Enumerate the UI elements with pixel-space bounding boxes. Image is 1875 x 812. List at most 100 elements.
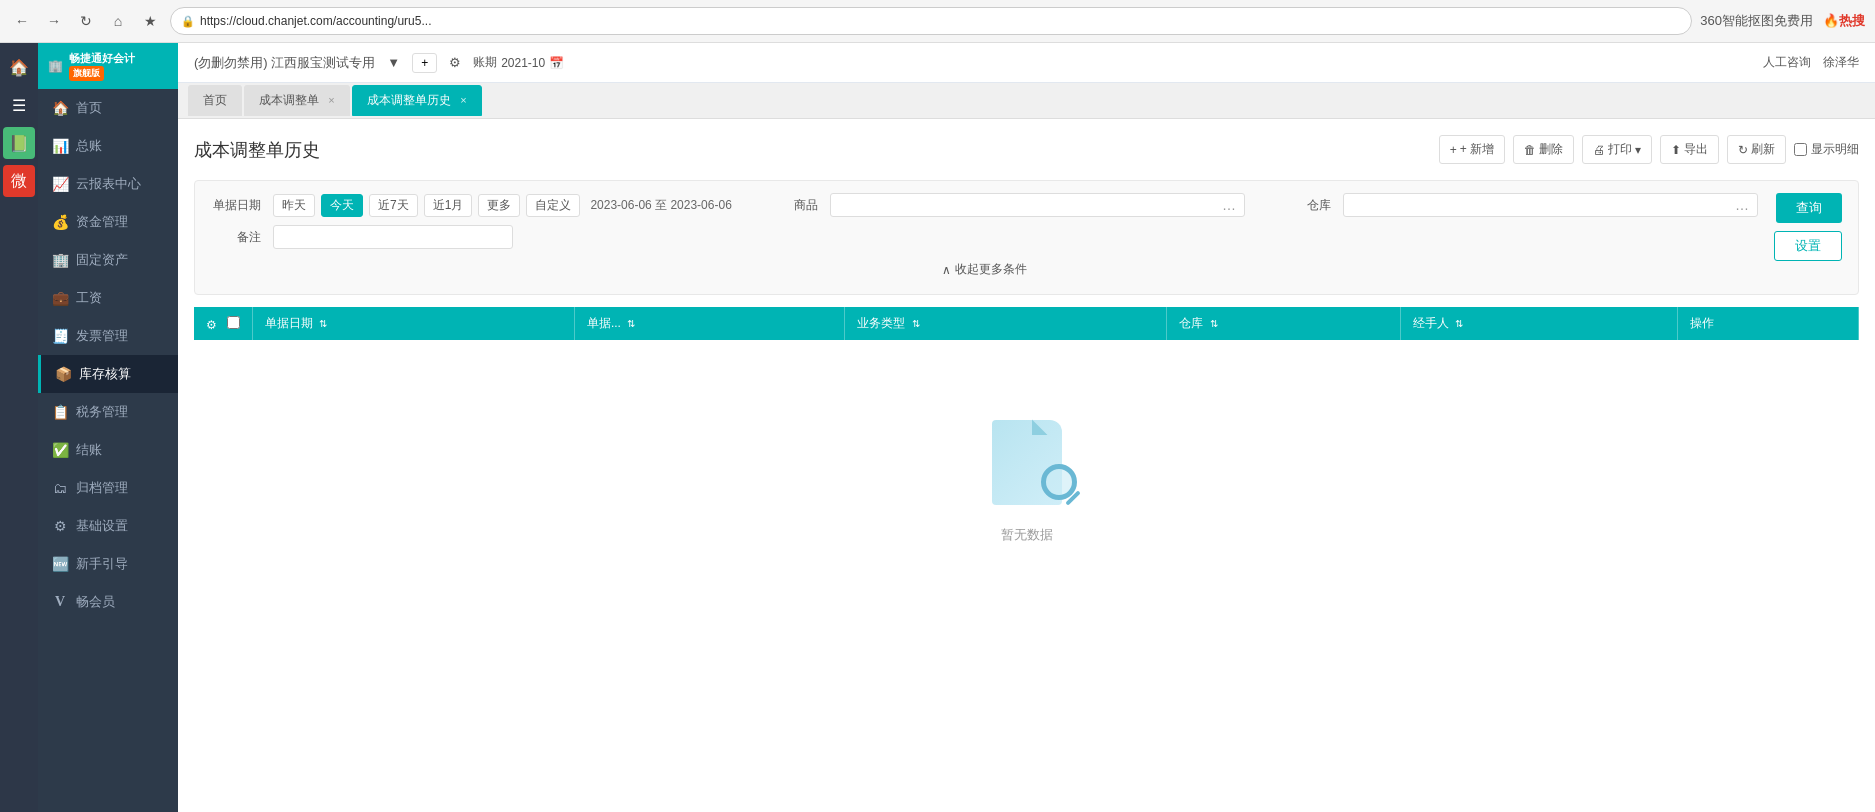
print-dropdown-icon: ▾ bbox=[1635, 143, 1641, 157]
table-settings-icon[interactable]: ⚙ bbox=[206, 318, 217, 332]
tab-cost-adjust-history-close[interactable]: × bbox=[460, 94, 466, 106]
period-value: 2021-10 bbox=[501, 56, 545, 70]
show-columns-checkbox[interactable] bbox=[1794, 143, 1807, 156]
show-columns-label: 显示明细 bbox=[1811, 141, 1859, 158]
date-btn-today[interactable]: 今天 bbox=[321, 194, 363, 217]
sidebar-item-home[interactable]: 🏠 首页 bbox=[38, 89, 178, 127]
sort-biz-type-icon[interactable]: ⇅ bbox=[912, 318, 920, 329]
ledger-icon: 📊 bbox=[52, 138, 68, 154]
sidebar-item-vip[interactable]: V 畅会员 bbox=[38, 583, 178, 621]
delete-button[interactable]: 🗑 删除 bbox=[1513, 135, 1574, 164]
browser-chrome: ← → ↻ ⌂ ★ 🔒 https://cloud.chanjet.com/ac… bbox=[0, 0, 1875, 43]
tab-home[interactable]: 首页 bbox=[188, 85, 242, 116]
sidebar-label-finance: 资金管理 bbox=[76, 213, 128, 231]
date-btn-7days[interactable]: 近7天 bbox=[369, 194, 418, 217]
show-columns-checkbox-label[interactable]: 显示明细 bbox=[1794, 141, 1859, 158]
reload-button[interactable]: ↻ bbox=[74, 9, 98, 33]
sort-doc-no-icon[interactable]: ⇅ bbox=[627, 318, 635, 329]
sidebar-item-settings[interactable]: ⚙ 基础设置 bbox=[38, 507, 178, 545]
tab-cost-adjust-label: 成本调整单 bbox=[259, 93, 319, 107]
home-button[interactable]: ⌂ bbox=[106, 9, 130, 33]
vip-icon: V bbox=[52, 594, 68, 610]
col-biz-type-label: 业务类型 bbox=[857, 316, 905, 330]
filter-warehouse-dots[interactable]: … bbox=[1735, 197, 1749, 213]
reports-icon: 📈 bbox=[52, 176, 68, 192]
sidebar-item-guide[interactable]: 🆕 新手引导 bbox=[38, 545, 178, 583]
page-title: 成本调整单历史 bbox=[194, 138, 320, 162]
sidebar-item-finance[interactable]: 💰 资金管理 bbox=[38, 203, 178, 241]
sidebar-label-ledger: 总账 bbox=[76, 137, 102, 155]
calendar-icon[interactable]: 📅 bbox=[549, 56, 564, 70]
filter-warehouse-area[interactable]: … bbox=[1343, 193, 1758, 217]
tab-cost-adjust-history[interactable]: 成本调整单历史 × bbox=[352, 85, 482, 116]
fixed-assets-icon: 🏢 bbox=[52, 252, 68, 268]
company-name: (勿删勿禁用) 江西服宝测试专用 bbox=[194, 54, 375, 72]
sort-handler-icon[interactable]: ⇅ bbox=[1455, 318, 1463, 329]
sort-warehouse-icon[interactable]: ⇅ bbox=[1210, 318, 1218, 329]
tab-cost-adjust-close[interactable]: × bbox=[328, 94, 334, 106]
filter-remark-input[interactable] bbox=[273, 225, 513, 249]
sidebar-item-payroll[interactable]: 💼 工资 bbox=[38, 279, 178, 317]
date-btn-more[interactable]: 更多 bbox=[478, 194, 520, 217]
icon-sidebar-home[interactable]: 🏠 bbox=[3, 51, 35, 83]
lock-icon: 🔒 bbox=[181, 15, 195, 28]
col-biz-type: 业务类型 ⇅ bbox=[845, 307, 1167, 340]
search-tool: 360智能抠图免费用 bbox=[1700, 12, 1813, 30]
main-content: 成本调整单历史 + + 新增 🗑 删除 🖨 打印 ▾ bbox=[178, 119, 1875, 812]
icon-sidebar-menu[interactable]: ☰ bbox=[3, 89, 35, 121]
bookmark-button[interactable]: ★ bbox=[138, 9, 162, 33]
username-display[interactable]: 徐泽华 bbox=[1823, 54, 1859, 71]
sidebar-item-fixed-assets[interactable]: 🏢 固定资产 bbox=[38, 241, 178, 279]
sidebar-item-reports[interactable]: 📈 云报表中心 bbox=[38, 165, 178, 203]
sidebar-label-closing: 结账 bbox=[76, 441, 102, 459]
filter-goods-area[interactable]: … bbox=[830, 193, 1245, 217]
icon-sidebar-active[interactable]: 📗 bbox=[3, 127, 35, 159]
sidebar-label-guide: 新手引导 bbox=[76, 555, 128, 573]
customer-service-link[interactable]: 人工咨询 bbox=[1763, 54, 1811, 71]
new-button[interactable]: + + 新增 bbox=[1439, 135, 1505, 164]
new-label: + 新增 bbox=[1460, 141, 1494, 158]
dropdown-icon[interactable]: ▼ bbox=[387, 55, 400, 70]
sidebar-item-archive[interactable]: 🗂 归档管理 bbox=[38, 469, 178, 507]
sidebar-item-invoice[interactable]: 🧾 发票管理 bbox=[38, 317, 178, 355]
col-handler-label: 经手人 bbox=[1413, 316, 1449, 330]
sidebar-item-tax[interactable]: 📋 税务管理 bbox=[38, 393, 178, 431]
col-date-label: 单据日期 bbox=[265, 316, 313, 330]
sidebar-item-inventory[interactable]: 📦 库存核算 bbox=[38, 355, 178, 393]
tab-cost-adjust[interactable]: 成本调整单 × bbox=[244, 85, 350, 116]
icon-sidebar-weibo[interactable]: 微 bbox=[3, 165, 35, 197]
url-bar[interactable]: 🔒 https://cloud.chanjet.com/accounting/u… bbox=[170, 7, 1692, 35]
add-company-button[interactable]: + bbox=[412, 53, 437, 73]
browser-right-tools: 360智能抠图免费用 🔥热搜 bbox=[1700, 12, 1865, 30]
date-btn-custom[interactable]: 自定义 bbox=[526, 194, 580, 217]
tax-icon: 📋 bbox=[52, 404, 68, 420]
collapse-arrow-icon: ∧ bbox=[942, 263, 951, 277]
filter-settings-button[interactable]: 设置 bbox=[1774, 231, 1842, 261]
col-warehouse-label: 仓库 bbox=[1179, 316, 1203, 330]
settings-gear-icon[interactable]: ⚙ bbox=[449, 55, 461, 70]
sidebar-item-closing[interactable]: ✅ 结账 bbox=[38, 431, 178, 469]
sidebar-item-ledger[interactable]: 📊 总账 bbox=[38, 127, 178, 165]
delete-icon: 🗑 bbox=[1524, 143, 1536, 157]
print-button[interactable]: 🖨 打印 ▾ bbox=[1582, 135, 1652, 164]
refresh-button[interactable]: ↻ 刷新 bbox=[1727, 135, 1786, 164]
date-btn-1month[interactable]: 近1月 bbox=[424, 194, 473, 217]
settings-icon: ⚙ bbox=[52, 518, 68, 534]
query-button[interactable]: 查询 bbox=[1776, 193, 1842, 223]
filter-date-label: 单据日期 bbox=[211, 197, 261, 214]
filter-goods-dots[interactable]: … bbox=[1222, 197, 1236, 213]
select-all-checkbox[interactable] bbox=[227, 316, 240, 329]
sidebar-label-home: 首页 bbox=[76, 99, 102, 117]
date-btn-yesterday[interactable]: 昨天 bbox=[273, 194, 315, 217]
new-icon: + bbox=[1450, 143, 1457, 157]
back-button[interactable]: ← bbox=[10, 9, 34, 33]
filter-remark-row: 备注 bbox=[211, 225, 1758, 249]
sort-date-icon[interactable]: ⇅ bbox=[319, 318, 327, 329]
filter-remark-label: 备注 bbox=[211, 229, 261, 246]
col-doc-no: 单据... ⇅ bbox=[574, 307, 844, 340]
forward-button[interactable]: → bbox=[42, 9, 66, 33]
collapse-filters-button[interactable]: ∧ 收起更多条件 bbox=[930, 257, 1039, 282]
export-button[interactable]: ⬆ 导出 bbox=[1660, 135, 1719, 164]
archive-icon: 🗂 bbox=[52, 480, 68, 496]
nav-sidebar: 🏢 畅捷通好会计 旗舰版 🏠 首页 📊 总账 📈 云报表中心 💰 资金管理 🏢 bbox=[38, 43, 178, 812]
